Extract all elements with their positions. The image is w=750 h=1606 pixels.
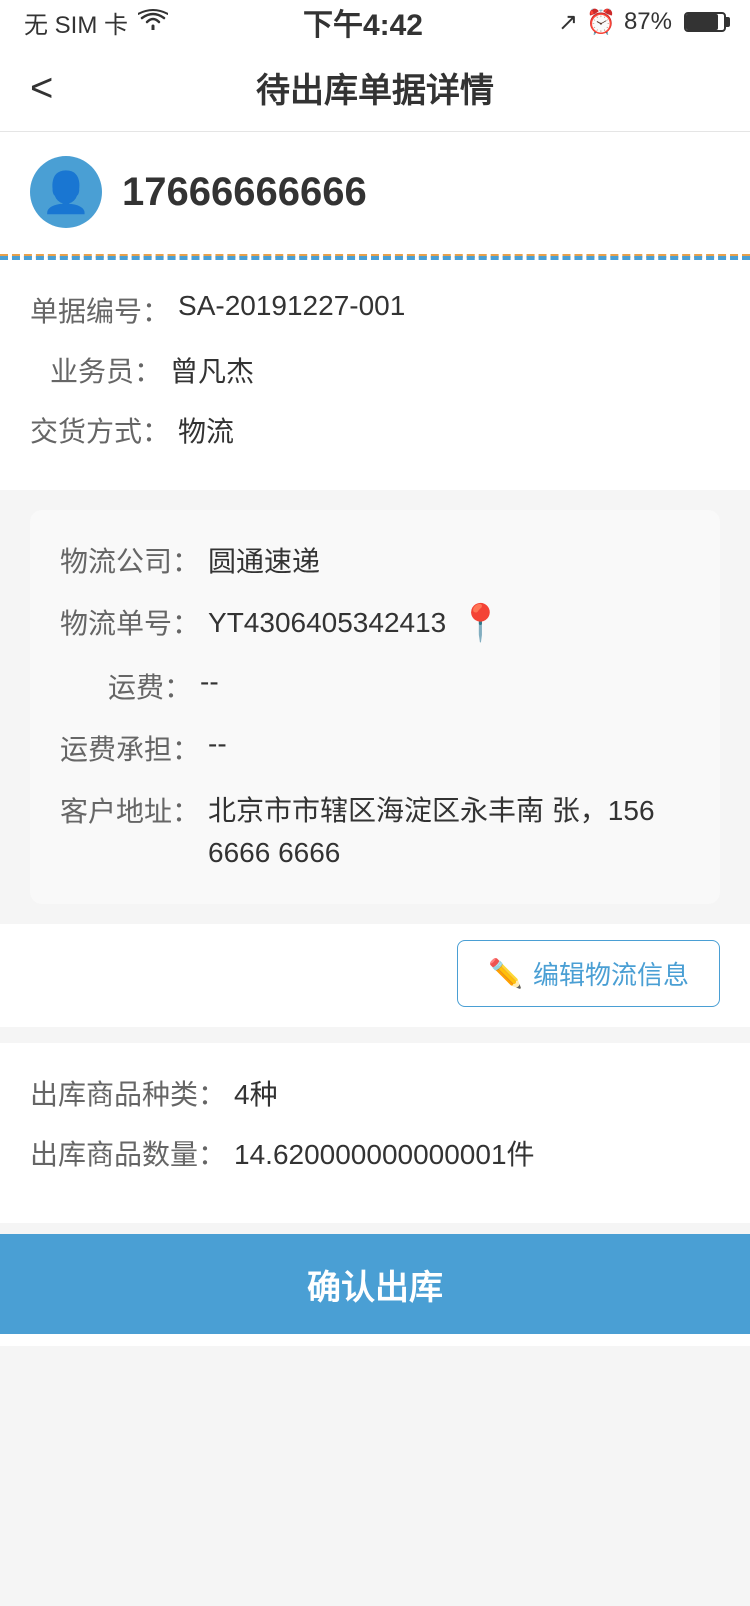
order-number-label: 单据编号：	[30, 290, 178, 330]
dashed-divider	[0, 252, 750, 260]
edit-btn-label: 编辑物流信息	[533, 955, 689, 992]
customer-phone: 17666666666	[122, 170, 367, 215]
edit-icon: ✏️	[488, 957, 523, 990]
logistics-company-value: 圆通速递	[208, 540, 690, 580]
user-icon: 👤	[41, 169, 91, 216]
map-pin-icon[interactable]: 📍	[458, 602, 503, 644]
carrier-label: 无 SIM 卡	[24, 5, 128, 40]
avatar: 👤	[30, 156, 102, 228]
edit-logistics-button[interactable]: ✏️ 编辑物流信息	[457, 940, 720, 1007]
goods-types-row: 出库商品种类： 4种	[30, 1073, 720, 1113]
wifi-icon	[138, 8, 168, 37]
tracking-number-value: YT43064053424​13	[208, 607, 446, 639]
goods-quantity-value: 14.620000000000001件	[234, 1133, 535, 1173]
confirm-button[interactable]: 确认出库	[0, 1234, 750, 1334]
delivery-method-label: 交货方式：	[30, 410, 178, 450]
goods-quantity-label: 出库商品数量：	[30, 1133, 234, 1173]
location-status-icon: ↗	[558, 8, 578, 37]
battery-icon	[684, 12, 726, 32]
edit-btn-container: ✏️ 编辑物流信息	[0, 924, 750, 1027]
delivery-method-value: 物流	[178, 410, 720, 450]
address-row: 客户地址： 北京市市辖区海淀区永丰南 张，156 6666 6666	[60, 790, 690, 874]
battery-label: 87%	[624, 8, 672, 36]
salesman-row: 业务员： 曾凡杰	[30, 350, 720, 390]
section-divider-1	[0, 1027, 750, 1043]
tracking-label: 物流单号：	[60, 602, 208, 642]
delivery-method-row: 交货方式： 物流	[30, 410, 720, 450]
logistics-company-label: 物流公司：	[60, 540, 208, 580]
salesman-label: 业务员：	[30, 350, 170, 390]
logistics-company-row: 物流公司： 圆通速递	[60, 540, 690, 580]
freight-bearer-value: --	[208, 728, 690, 760]
order-number-row: 单据编号： SA-20191227-001	[30, 290, 720, 330]
content-spacer	[0, 1346, 750, 1606]
status-left: 无 SIM 卡	[24, 5, 168, 40]
back-button[interactable]: <	[30, 68, 53, 108]
order-info-section: 单据编号： SA-20191227-001 业务员： 曾凡杰 交货方式： 物流	[0, 260, 750, 490]
customer-header: 👤 17666666666	[0, 132, 750, 252]
goods-types-label: 出库商品种类：	[30, 1073, 234, 1113]
freight-label: 运费：	[60, 666, 200, 706]
alarm-icon: ⏰	[586, 8, 616, 37]
tracking-value-container: YT43064053424​13 📍	[208, 602, 690, 644]
confirm-label: 确认出库	[307, 1260, 443, 1309]
address-value: 北京市市辖区海淀区永丰南 张，156 6666 6666	[208, 790, 690, 874]
address-label: 客户地址：	[60, 790, 208, 830]
tracking-number-row: 物流单号： YT43064053424​13 📍	[60, 602, 690, 644]
freight-row: 运费： --	[60, 666, 690, 706]
logistics-card: 物流公司： 圆通速递 物流单号： YT43064053424​13 📍 运费： …	[30, 510, 720, 904]
freight-value: --	[200, 666, 690, 698]
page-title: 待出库单据详情	[256, 63, 494, 112]
goods-section: 出库商品种类： 4种 出库商品数量： 14.620000000000001件	[0, 1043, 750, 1223]
freight-bearer-row: 运费承担： --	[60, 728, 690, 768]
status-right: ↗ ⏰ 87%	[558, 8, 726, 37]
nav-bar: < 待出库单据详情	[0, 44, 750, 132]
goods-types-value: 4种	[234, 1073, 278, 1113]
order-number-value: SA-20191227-001	[178, 290, 720, 322]
goods-quantity-row: 出库商品数量： 14.620000000000001件	[30, 1133, 720, 1173]
status-bar: 无 SIM 卡 下午4:42 ↗ ⏰ 87%	[0, 0, 750, 44]
status-time: 下午4:42	[303, 0, 423, 44]
freight-bearer-label: 运费承担：	[60, 728, 208, 768]
salesman-value: 曾凡杰	[170, 350, 720, 390]
